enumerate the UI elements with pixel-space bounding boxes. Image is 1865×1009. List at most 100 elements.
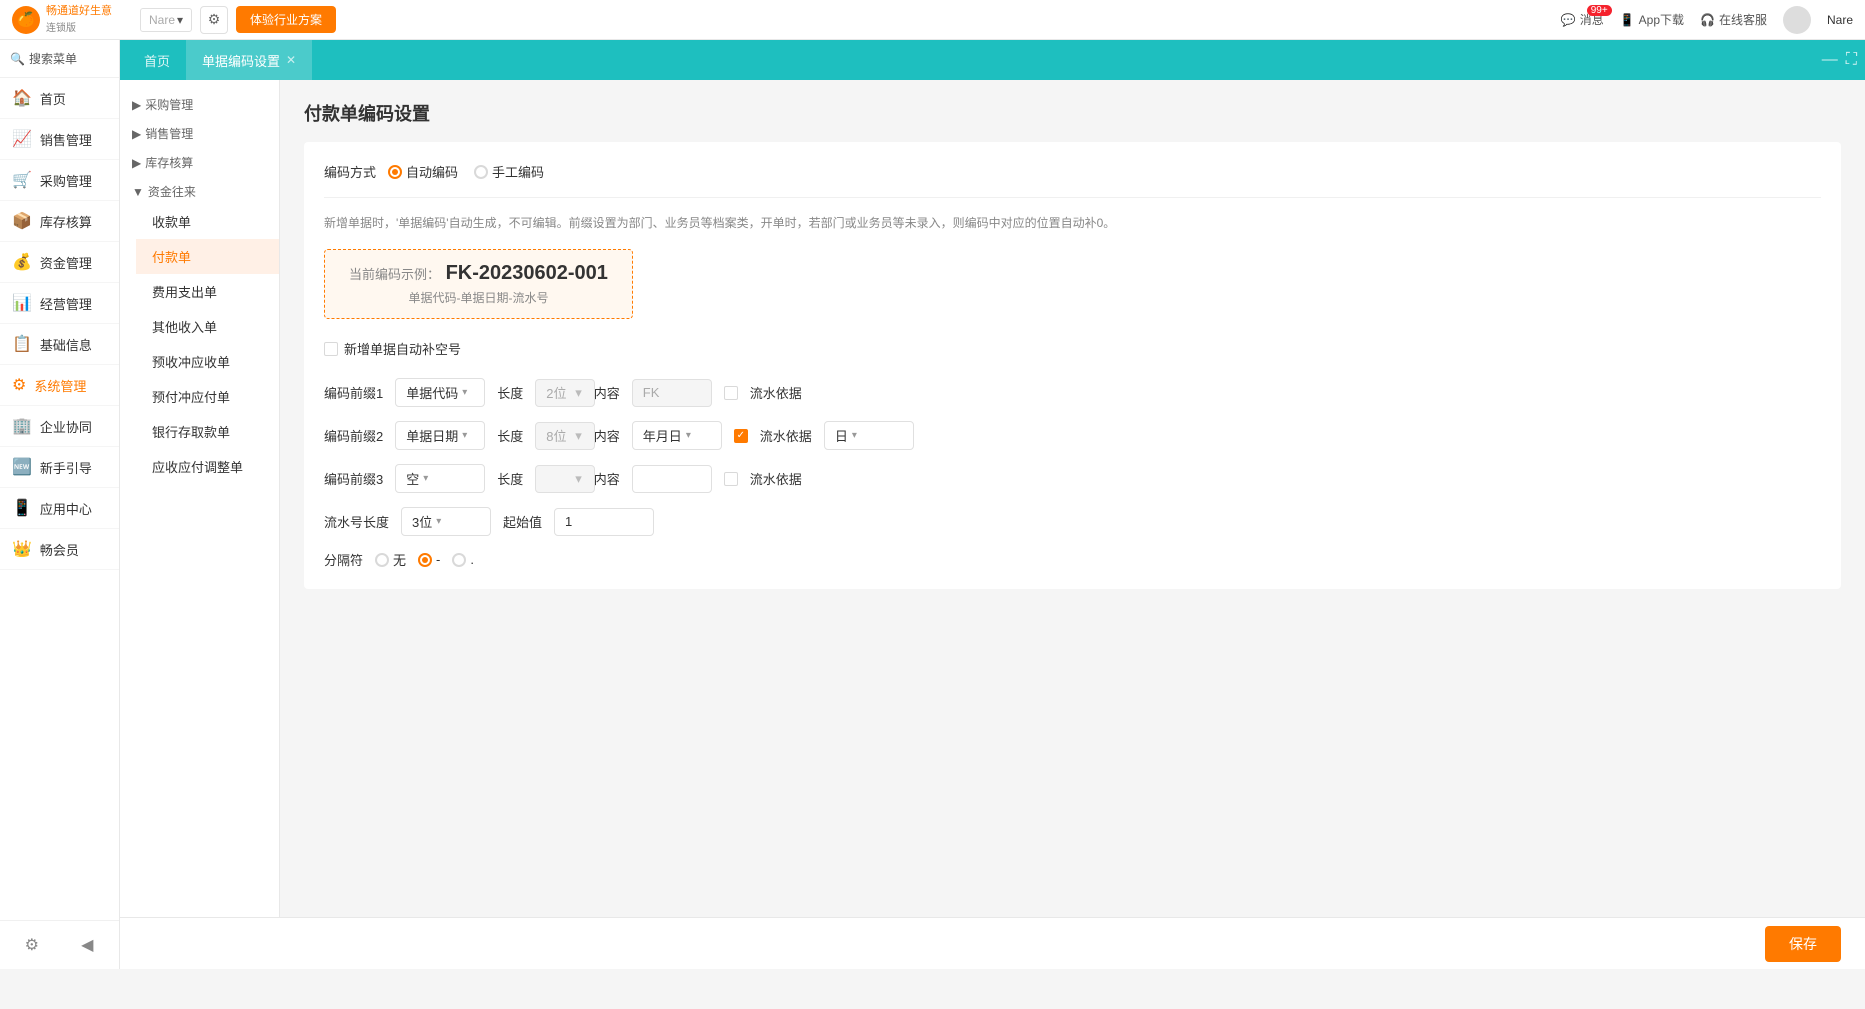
- tab-encoding-label: 单据编码设置: [202, 51, 280, 70]
- sidebar-item-inventory[interactable]: 📦 库存核算: [0, 201, 119, 242]
- sec-menu-capital-label: 资金往来: [148, 183, 196, 200]
- sec-menu-item-expense-label: 费用支出单: [152, 282, 217, 301]
- field-row-1: 编码前缀1 单据代码 ▾ 长度 ▾ 内容 流水依据: [324, 378, 1821, 407]
- message-button[interactable]: 💬 消息 99+: [1561, 11, 1604, 28]
- radio-manual[interactable]: 手工编码: [474, 162, 544, 181]
- field-2-watermark-check[interactable]: [734, 429, 748, 443]
- tab-minimize-icon[interactable]: —: [1822, 51, 1838, 69]
- field-2-content-select[interactable]: 年月日 ▾: [632, 421, 722, 450]
- collapse-button[interactable]: ◀: [64, 929, 112, 961]
- sidebar-item-basics-label: 基础信息: [40, 335, 92, 354]
- field-1-label: 编码前缀1: [324, 383, 383, 402]
- sidebar-item-member[interactable]: 👑 畅会员: [0, 529, 119, 570]
- online-service-button[interactable]: 🎧 在线客服: [1700, 11, 1767, 28]
- field-1-select[interactable]: 单据代码 ▾: [395, 378, 485, 407]
- promo-button[interactable]: 体验行业方案: [236, 6, 336, 33]
- sidebar-item-finance-label: 资金管理: [40, 253, 92, 272]
- sidebar-item-operations[interactable]: 📊 经营管理: [0, 283, 119, 324]
- field-1-select-value: 单据代码: [406, 383, 458, 402]
- bottom-settings-button[interactable]: ⚙: [8, 929, 56, 961]
- field-3-select[interactable]: 空 ▾: [395, 464, 485, 493]
- chevron-right-icon-2: ▶: [132, 127, 141, 141]
- field-2-period-select[interactable]: 日 ▾: [824, 421, 914, 450]
- sec-menu-item-payment[interactable]: 付款单: [136, 239, 279, 274]
- field-2-select[interactable]: 单据日期 ▾: [395, 421, 485, 450]
- sidebar-item-apps[interactable]: 📱 应用中心: [0, 488, 119, 529]
- sec-menu-item-receipt-label: 收款单: [152, 212, 191, 231]
- sec-menu-item-receipt[interactable]: 收款单: [136, 204, 279, 239]
- sec-menu-item-prepay-pay[interactable]: 预付冲应付单: [136, 379, 279, 414]
- chevron-right-icon: ▶: [132, 98, 141, 112]
- sec-menu-purchase[interactable]: ▶ 采购管理: [120, 88, 279, 117]
- field-1-content-label: 内容: [594, 383, 620, 402]
- sidebar-item-member-label: 畅会员: [40, 540, 79, 559]
- tab-maximize-icon[interactable]: ⛶: [1846, 51, 1857, 69]
- gear-icon: ⚙: [208, 11, 221, 28]
- field-3-arrow-icon: ▾: [423, 473, 428, 484]
- serial-length-select[interactable]: 3位 ▾: [401, 507, 491, 536]
- sec-menu-item-other-income[interactable]: 其他收入单: [136, 309, 279, 344]
- sidebar-item-home[interactable]: 🏠 首页: [0, 78, 119, 119]
- field-2-length-input: [535, 422, 595, 450]
- start-value-label: 起始值: [503, 512, 542, 531]
- company-dropdown[interactable]: Nare ▾: [140, 8, 192, 32]
- field-1-watermark-check[interactable]: [724, 386, 738, 400]
- app-download-button[interactable]: 📱 App下载: [1620, 11, 1684, 28]
- sidebar-item-system[interactable]: ⚙ 系统管理: [0, 365, 119, 406]
- sec-menu-item-bank-deposit[interactable]: 银行存取款单: [136, 414, 279, 449]
- sec-menu-inventory[interactable]: ▶ 库存核算: [120, 146, 279, 175]
- sec-menu-item-expense[interactable]: 费用支出单: [136, 274, 279, 309]
- sec-menu-capital[interactable]: ▼ 资金往来: [120, 175, 279, 204]
- field-3-length-input[interactable]: [535, 465, 595, 493]
- radio-separator-none[interactable]: 无: [375, 550, 406, 569]
- sidebar-item-enterprise[interactable]: 🏢 企业协同: [0, 406, 119, 447]
- start-value-input[interactable]: [554, 508, 654, 536]
- radio-manual-circle: [474, 165, 488, 179]
- radio-auto[interactable]: 自动编码: [388, 162, 458, 181]
- settings-button[interactable]: ⚙: [200, 6, 228, 34]
- sec-menu-purchase-label: 采购管理: [145, 96, 193, 113]
- message-icon: 💬: [1561, 13, 1576, 27]
- sidebar-item-finance[interactable]: 💰 资金管理: [0, 242, 119, 283]
- sidebar-item-operations-label: 经营管理: [40, 294, 92, 313]
- field-3-content-input[interactable]: [632, 465, 712, 493]
- sidebar-item-basics[interactable]: 📋 基础信息: [0, 324, 119, 365]
- sec-menu-item-bank-deposit-label: 银行存取款单: [152, 422, 230, 441]
- radio-separator-dot[interactable]: .: [452, 552, 474, 567]
- avatar[interactable]: [1783, 6, 1811, 34]
- radio-separator-dash[interactable]: -: [418, 552, 440, 567]
- bottom-bar: 保存: [120, 917, 1865, 969]
- field-3-length-label: 长度: [497, 469, 523, 488]
- code-preview-sub: 单据代码-单据日期-流水号: [349, 289, 608, 306]
- message-badge: 99+: [1587, 5, 1612, 16]
- system-icon: ⚙: [12, 375, 26, 395]
- sec-menu-item-receivable-adjust[interactable]: 应收应付调整单: [136, 449, 279, 484]
- sidebar-item-sales[interactable]: 📈 销售管理: [0, 119, 119, 160]
- save-button[interactable]: 保存: [1765, 926, 1841, 962]
- auto-fill-checkbox[interactable]: [324, 342, 338, 356]
- sales-icon: 📈: [12, 129, 32, 149]
- tab-bar: 首页 单据编码设置 ✕ — ⛶: [120, 40, 1865, 80]
- code-preview-main: 当前编码示例： FK-20230602-001: [349, 262, 608, 285]
- tab-encoding[interactable]: 单据编码设置 ✕: [186, 40, 312, 80]
- field-3-watermark-check[interactable]: [724, 472, 738, 486]
- finance-icon: 💰: [12, 252, 32, 272]
- sec-menu-item-prepay-receive[interactable]: 预收冲应收单: [136, 344, 279, 379]
- sidebar-item-newguide[interactable]: 🆕 新手引导: [0, 447, 119, 488]
- basics-icon: 📋: [12, 334, 32, 354]
- sec-menu-sales[interactable]: ▶ 销售管理: [120, 117, 279, 146]
- enterprise-icon: 🏢: [12, 416, 32, 436]
- field-2-arrow-icon: ▾: [462, 430, 467, 441]
- field-2-length-label: 长度: [497, 426, 523, 445]
- field-2-label: 编码前缀2: [324, 426, 383, 445]
- tab-home[interactable]: 首页: [128, 40, 186, 80]
- inventory-icon: 📦: [12, 211, 32, 231]
- sidebar-item-purchase[interactable]: 🛒 采购管理: [0, 160, 119, 201]
- sidebar-item-inventory-label: 库存核算: [40, 212, 92, 231]
- field-3-content-label: 内容: [594, 469, 620, 488]
- radio-separator-none-circle: [375, 553, 389, 567]
- field-3-label: 编码前缀3: [324, 469, 383, 488]
- top-bar: 🍊 畅通道好生意 连锁版 Nare ▾ ⚙ 体验行业方案 💬 消息 99+ 📱 …: [0, 0, 1865, 40]
- tab-close-icon[interactable]: ✕: [286, 53, 296, 67]
- search-menu[interactable]: 🔍 搜索菜单: [0, 40, 119, 78]
